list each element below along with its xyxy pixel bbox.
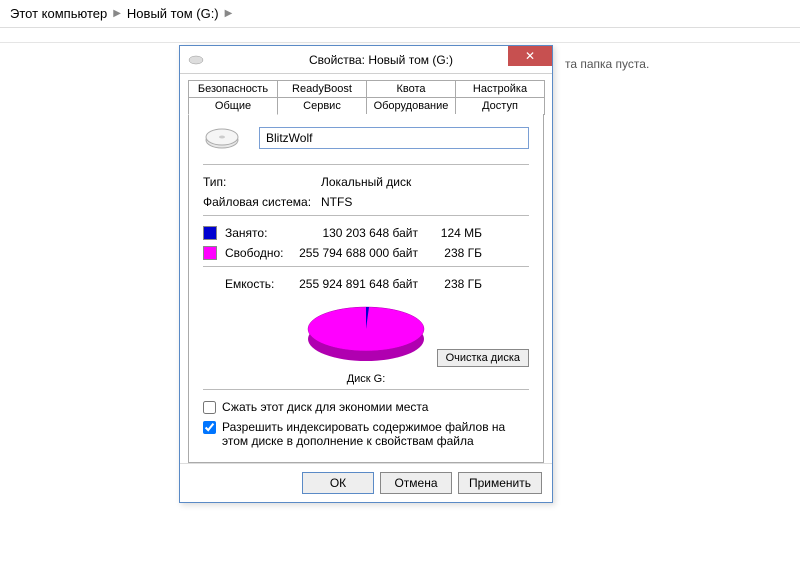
compress-label[interactable]: Сжать этот диск для экономии места (222, 400, 428, 414)
tab-customize[interactable]: Настройка (455, 80, 545, 97)
capacity-human: 238 ГБ (432, 277, 482, 291)
used-label: Занято: (225, 226, 297, 240)
capacity-bytes: 255 924 891 648 байт (297, 277, 432, 291)
dialog-title: Свойства: Новый том (G:) (210, 53, 552, 67)
breadcrumb: Этот компьютер ▶ Новый том (G:) ▶ (0, 0, 800, 28)
compress-checkbox[interactable] (203, 401, 216, 414)
breadcrumb-item[interactable]: Новый том (G:) (127, 6, 219, 21)
volume-name-input[interactable] (259, 127, 529, 149)
breadcrumb-separator-icon: ▶ (225, 8, 233, 19)
used-bytes: 130 203 648 байт (297, 226, 432, 240)
used-human: 124 МБ (432, 226, 482, 240)
disk-icon (203, 126, 241, 150)
tab-quota[interactable]: Квота (366, 80, 456, 97)
close-button[interactable]: ✕ (508, 46, 552, 66)
apply-button[interactable]: Применить (458, 472, 542, 494)
index-label[interactable]: Разрешить индексировать содержимое файло… (222, 420, 529, 448)
titlebar[interactable]: Свойства: Новый том (G:) ✕ (180, 46, 552, 74)
ok-button[interactable]: ОК (302, 472, 374, 494)
close-icon: ✕ (525, 49, 535, 63)
fs-label: Файловая система: (203, 195, 321, 209)
free-color-icon (203, 246, 217, 260)
pie-chart: Диск G: Очистка диска (203, 297, 529, 385)
tab-tools[interactable]: Сервис (277, 97, 367, 115)
tab-sharing[interactable]: Доступ (455, 97, 545, 115)
capacity-label: Емкость: (225, 277, 297, 291)
dialog-button-bar: ОК Отмена Применить (180, 463, 552, 502)
cancel-button[interactable]: Отмена (380, 472, 452, 494)
properties-dialog: Свойства: Новый том (G:) ✕ Безопасность … (179, 45, 553, 503)
tab-hardware[interactable]: Оборудование (366, 97, 456, 115)
free-human: 238 ГБ (432, 246, 482, 260)
disk-cleanup-button[interactable]: Очистка диска (437, 349, 529, 367)
type-label: Тип: (203, 175, 321, 189)
used-color-icon (203, 226, 217, 240)
tab-readyboost[interactable]: ReadyBoost (277, 80, 367, 97)
type-value: Локальный диск (321, 175, 411, 189)
fs-value: NTFS (321, 195, 352, 209)
empty-folder-text: та папка пуста. (565, 57, 649, 71)
tab-security[interactable]: Безопасность (188, 80, 278, 97)
tab-general[interactable]: Общие (188, 97, 278, 115)
free-label: Свободно: (225, 246, 297, 260)
breadcrumb-item[interactable]: Этот компьютер (10, 6, 107, 21)
tab-panel-general: Тип: Локальный диск Файловая система: NT… (188, 114, 544, 463)
free-bytes: 255 794 688 000 байт (297, 246, 432, 260)
index-checkbox[interactable] (203, 421, 216, 434)
pie-label: Диск G: (347, 373, 386, 385)
drive-icon (188, 54, 204, 66)
breadcrumb-separator-icon: ▶ (113, 8, 121, 19)
